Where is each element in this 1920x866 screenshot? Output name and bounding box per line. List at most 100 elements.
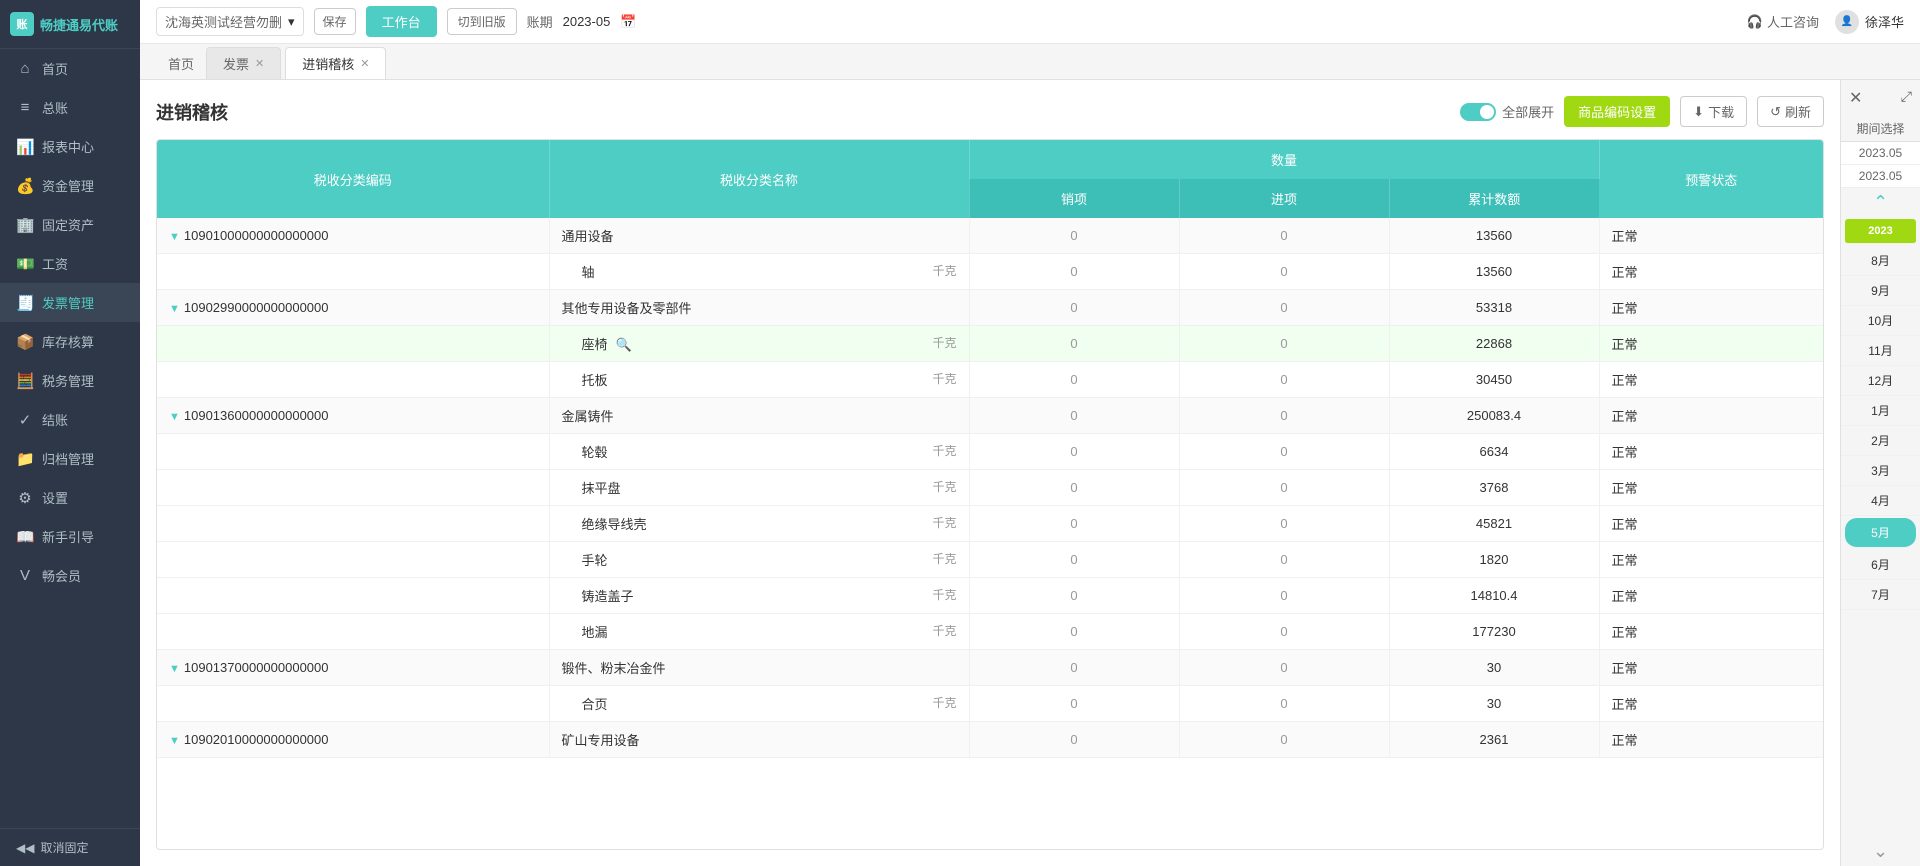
- sidebar-item-ledger[interactable]: ≡ 总账: [0, 88, 140, 127]
- user-name: 徐泽华: [1865, 12, 1904, 31]
- td-total: 30450: [1389, 362, 1599, 398]
- td-code: ▼10901000000000000000: [157, 218, 549, 254]
- td-code-empty: [157, 254, 549, 290]
- sidebar-item-label: 结账: [42, 410, 68, 429]
- sidebar-item-settings[interactable]: ⚙ 设置: [0, 478, 140, 517]
- tab-reconcile[interactable]: 进销稽核 ✕: [285, 47, 386, 79]
- td-sales: 0: [969, 362, 1179, 398]
- month-item[interactable]: 6月: [1841, 550, 1920, 580]
- period-label: 账期: [527, 12, 553, 31]
- td-total: 3768: [1389, 470, 1599, 506]
- sidebar-item-home[interactable]: ⌂ 首页: [0, 49, 140, 88]
- td-purchase: 0: [1179, 290, 1389, 326]
- panel-close-button[interactable]: ✕: [1849, 88, 1862, 108]
- toggle-on-indicator[interactable]: [1460, 103, 1496, 121]
- td-sales: 0: [969, 470, 1179, 506]
- td-purchase: 0: [1179, 326, 1389, 362]
- tab-home[interactable]: 首页: [156, 48, 206, 79]
- save-button[interactable]: 保存: [314, 8, 356, 35]
- month-item[interactable]: 11月: [1841, 336, 1920, 366]
- refresh-button[interactable]: ↺ 刷新: [1757, 96, 1824, 127]
- month-item[interactable]: 5月: [1845, 518, 1916, 548]
- td-sales: 0: [969, 218, 1179, 254]
- table-row: 合页千克 0 0 30 正常: [157, 686, 1823, 722]
- sidebar-item-reports[interactable]: 📊 报表中心: [0, 127, 140, 166]
- td-sales: 0: [969, 254, 1179, 290]
- company-name: 沈海英测试经营勿删: [165, 12, 282, 31]
- month-item[interactable]: 8月: [1841, 246, 1920, 276]
- sidebar-item-label: 畅会员: [42, 566, 81, 585]
- tab-reconcile-close[interactable]: ✕: [360, 57, 369, 70]
- user-info[interactable]: 👤 徐泽华: [1835, 10, 1904, 34]
- company-selector[interactable]: 沈海英测试经营勿删 ▾: [156, 7, 304, 36]
- month-item[interactable]: 12月: [1841, 366, 1920, 396]
- workbench-button[interactable]: 工作台: [366, 6, 437, 37]
- month-item[interactable]: 7月: [1841, 580, 1920, 610]
- td-code-empty: [157, 470, 549, 506]
- td-name: 金属铸件: [549, 398, 969, 434]
- old-version-button[interactable]: 切到旧版: [447, 8, 517, 35]
- expand-toggle[interactable]: 全部展开: [1460, 102, 1554, 121]
- sidebar-item-member[interactable]: V 畅会员: [0, 556, 140, 595]
- settings-icon: ⚙: [16, 489, 34, 507]
- expand-icon[interactable]: ▼: [169, 303, 180, 315]
- month-item[interactable]: 4月: [1841, 486, 1920, 516]
- year-label: 2023: [1845, 219, 1916, 244]
- customer-service-label: 人工咨询: [1767, 12, 1819, 31]
- sidebar-item-tax[interactable]: 🧮 税务管理: [0, 361, 140, 400]
- tab-invoice-close[interactable]: ✕: [255, 57, 264, 70]
- scroll-up-button[interactable]: ⌃: [1841, 188, 1920, 217]
- customer-service[interactable]: 🎧 人工咨询: [1747, 12, 1819, 31]
- sidebar-item-inventory[interactable]: 📦 库存核算: [0, 322, 140, 361]
- td-status: 正常: [1599, 506, 1823, 542]
- month-item[interactable]: 10月: [1841, 306, 1920, 336]
- th-code: 税收分类编码: [157, 140, 549, 218]
- expand-icon[interactable]: ▼: [169, 663, 180, 675]
- table-row: ▼10901000000000000000 通用设备 0 0 13560 正常: [157, 218, 1823, 254]
- period-year-2: 2023.05: [1841, 165, 1920, 188]
- scroll-down-button[interactable]: ⌄: [1841, 837, 1920, 866]
- calendar-icon[interactable]: 📅: [620, 14, 636, 30]
- expand-toggle-label: 全部展开: [1502, 102, 1554, 121]
- month-item[interactable]: 2月: [1841, 426, 1920, 456]
- td-total: 53318: [1389, 290, 1599, 326]
- th-total: 累计数额: [1389, 179, 1599, 218]
- product-code-setting-button[interactable]: 商品编码设置: [1564, 96, 1670, 127]
- td-sales: 0: [969, 542, 1179, 578]
- expand-icon[interactable]: ▼: [169, 231, 180, 243]
- sidebar-item-finance[interactable]: 💰 资金管理: [0, 166, 140, 205]
- sidebar-item-payroll[interactable]: 💵 工资: [0, 244, 140, 283]
- td-total: 22868: [1389, 326, 1599, 362]
- refresh-label: 刷新: [1785, 102, 1811, 121]
- app-logo: 账 畅捷通易代账: [0, 0, 140, 49]
- sidebar-item-archive[interactable]: 📁 归档管理: [0, 439, 140, 478]
- tab-bar: 首页 发票 ✕ 进销稽核 ✕: [140, 44, 1920, 80]
- tab-invoice[interactable]: 发票 ✕: [206, 47, 281, 79]
- panel-expand-button[interactable]: ⤢: [1901, 88, 1912, 108]
- expand-icon[interactable]: ▼: [169, 411, 180, 423]
- td-total: 14810.4: [1389, 578, 1599, 614]
- headset-icon: 🎧: [1747, 14, 1763, 30]
- table-row: 轮毂千克 0 0 6634 正常: [157, 434, 1823, 470]
- td-sales: 0: [969, 686, 1179, 722]
- th-quantity-group: 数量: [969, 140, 1599, 179]
- month-item[interactable]: 3月: [1841, 456, 1920, 486]
- sidebar-item-closing[interactable]: ✓ 结账: [0, 400, 140, 439]
- td-name: 托板千克: [549, 362, 969, 398]
- td-purchase: 0: [1179, 722, 1389, 758]
- expand-icon[interactable]: ▼: [169, 735, 180, 747]
- td-purchase: 0: [1179, 470, 1389, 506]
- sidebar-item-assets[interactable]: 🏢 固定资产: [0, 205, 140, 244]
- content-area: 进销稽核 全部展开 商品编码设置 ⬇ 下载 ↺ 刷新: [140, 80, 1840, 866]
- month-item[interactable]: 9月: [1841, 276, 1920, 306]
- td-status: 正常: [1599, 686, 1823, 722]
- sidebar-unpin[interactable]: ◀◀ 取消固定: [0, 828, 140, 866]
- month-item[interactable]: 1月: [1841, 396, 1920, 426]
- search-icon-small[interactable]: 🔍: [616, 337, 632, 352]
- sidebar-item-invoice[interactable]: 🧾 发票管理: [0, 283, 140, 322]
- table-row: ▼10902010000000000000 矿山专用设备 0 0 2361 正常: [157, 722, 1823, 758]
- download-button[interactable]: ⬇ 下载: [1680, 96, 1747, 127]
- sidebar-item-guide[interactable]: 📖 新手引导: [0, 517, 140, 556]
- td-name: 绝缘导线壳千克: [549, 506, 969, 542]
- td-name: 合页千克: [549, 686, 969, 722]
